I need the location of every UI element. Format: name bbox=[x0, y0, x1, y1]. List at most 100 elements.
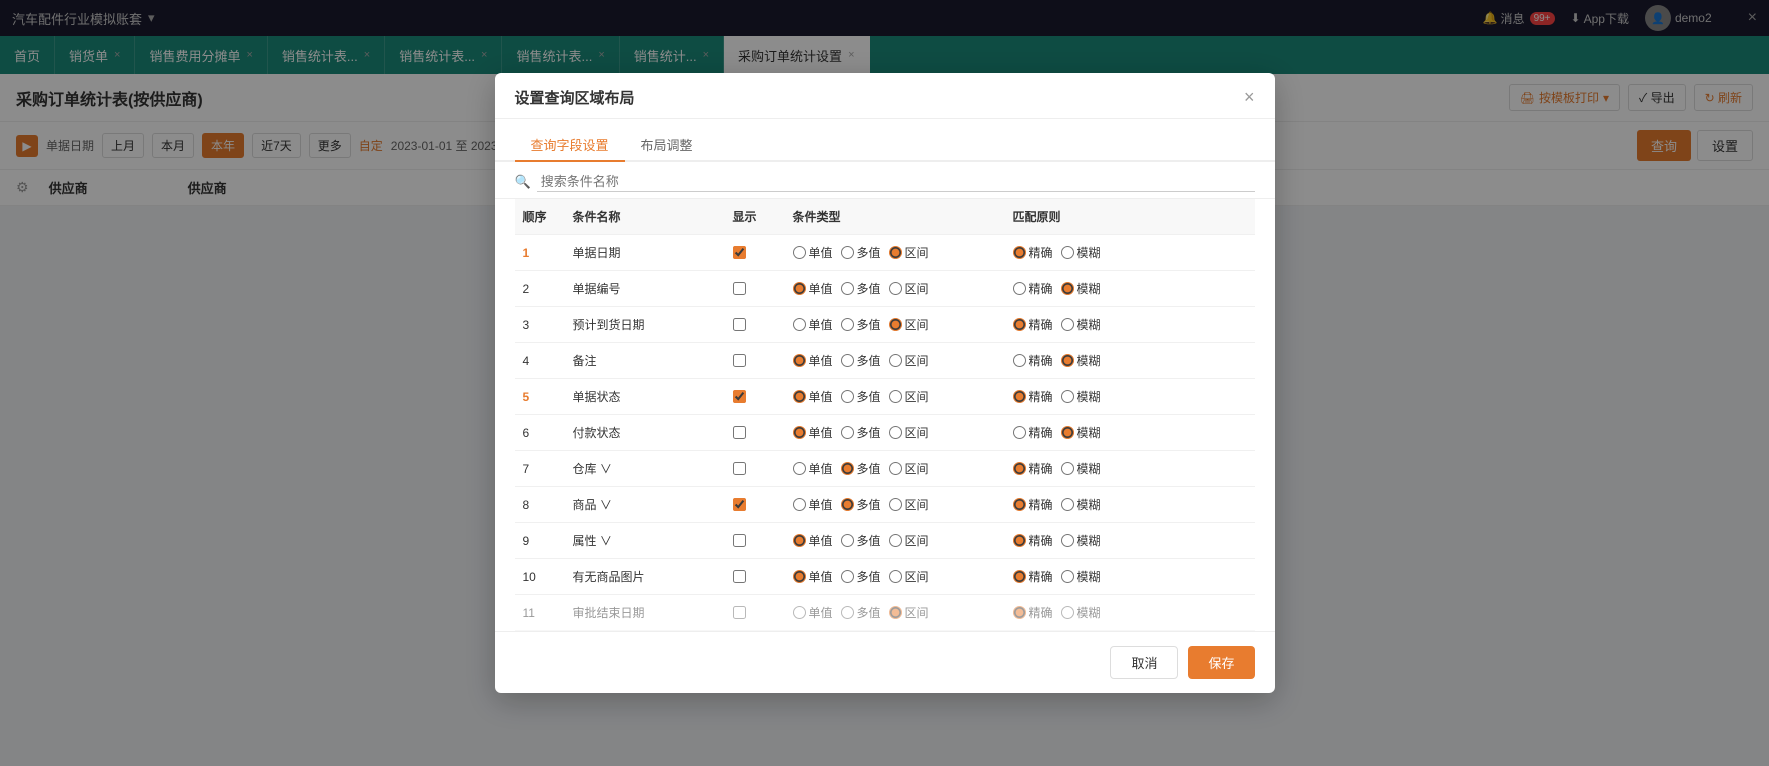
table-row: 2 单据编号 单值 多值 区间 精确 模糊 bbox=[515, 271, 1255, 307]
checkbox-9[interactable] bbox=[733, 534, 746, 547]
radio-multi-4[interactable]: 多值 bbox=[841, 352, 881, 369]
radio-fuzzy-5[interactable]: 模糊 bbox=[1061, 388, 1101, 405]
radio-fuzzy-8[interactable]: 模糊 bbox=[1061, 496, 1101, 513]
row-display-7[interactable] bbox=[725, 456, 785, 481]
dialog-tab-layout[interactable]: 布局调整 bbox=[625, 129, 709, 162]
radio-fuzzy-10[interactable]: 模糊 bbox=[1061, 568, 1101, 585]
radio-range-7[interactable]: 区间 bbox=[889, 460, 929, 477]
row-type-8: 单值 多值 区间 bbox=[785, 490, 1005, 519]
radio-exact-6[interactable]: 精确 bbox=[1013, 424, 1053, 441]
row-match-10: 精确 模糊 bbox=[1005, 562, 1205, 591]
radio-exact-9[interactable]: 精确 bbox=[1013, 532, 1053, 549]
radio-single-3[interactable]: 单值 bbox=[793, 316, 833, 333]
table-row: 3 预计到货日期 单值 多值 区间 精确 模糊 bbox=[515, 307, 1255, 343]
radio-fuzzy-2[interactable]: 模糊 bbox=[1061, 280, 1101, 297]
checkbox-1[interactable] bbox=[733, 246, 746, 259]
radio-range-3[interactable]: 区间 bbox=[889, 316, 929, 333]
radio-range-10[interactable]: 区间 bbox=[889, 568, 929, 585]
radio-range-11[interactable]: 区间 bbox=[889, 604, 929, 621]
row-display-11[interactable] bbox=[725, 600, 785, 625]
checkbox-4[interactable] bbox=[733, 354, 746, 367]
row-name-11: 审批结束日期 bbox=[565, 598, 725, 627]
checkbox-11[interactable] bbox=[733, 606, 746, 619]
radio-single-4[interactable]: 单值 bbox=[793, 352, 833, 369]
radio-multi-6[interactable]: 多值 bbox=[841, 424, 881, 441]
checkbox-10[interactable] bbox=[733, 570, 746, 583]
radio-fuzzy-3[interactable]: 模糊 bbox=[1061, 316, 1101, 333]
dialog-tab-fields[interactable]: 查询字段设置 bbox=[515, 129, 625, 162]
table-row: 10 有无商品图片 单值 多值 区间 精确 模糊 bbox=[515, 559, 1255, 595]
row-display-9[interactable] bbox=[725, 528, 785, 553]
radio-multi-9[interactable]: 多值 bbox=[841, 532, 881, 549]
radio-single-2[interactable]: 单值 bbox=[793, 280, 833, 297]
radio-fuzzy-9[interactable]: 模糊 bbox=[1061, 532, 1101, 549]
radio-single-6[interactable]: 单值 bbox=[793, 424, 833, 441]
radio-range-8[interactable]: 区间 bbox=[889, 496, 929, 513]
radio-single-8[interactable]: 单值 bbox=[793, 496, 833, 513]
row-order-3: 3 bbox=[515, 312, 565, 338]
radio-multi-8[interactable]: 多值 bbox=[841, 496, 881, 513]
row-display-2[interactable] bbox=[725, 276, 785, 301]
row-display-8[interactable] bbox=[725, 492, 785, 517]
radio-single-9[interactable]: 单值 bbox=[793, 532, 833, 549]
radio-range-4[interactable]: 区间 bbox=[889, 352, 929, 369]
radio-range-6[interactable]: 区间 bbox=[889, 424, 929, 441]
radio-range-1[interactable]: 区间 bbox=[889, 244, 929, 261]
row-type-3: 单值 多值 区间 bbox=[785, 310, 1005, 339]
save-button[interactable]: 保存 bbox=[1188, 646, 1254, 679]
radio-multi-7[interactable]: 多值 bbox=[841, 460, 881, 477]
row-display-4[interactable] bbox=[725, 348, 785, 373]
radio-multi-2[interactable]: 多值 bbox=[841, 280, 881, 297]
radio-single-5[interactable]: 单值 bbox=[793, 388, 833, 405]
radio-single-11[interactable]: 单值 bbox=[793, 604, 833, 621]
row-display-5[interactable] bbox=[725, 384, 785, 409]
cancel-button[interactable]: 取消 bbox=[1110, 646, 1178, 679]
radio-exact-8[interactable]: 精确 bbox=[1013, 496, 1053, 513]
radio-single-7[interactable]: 单值 bbox=[793, 460, 833, 477]
row-order-10: 10 bbox=[515, 564, 565, 590]
radio-fuzzy-6[interactable]: 模糊 bbox=[1061, 424, 1101, 441]
row-order-7: 7 bbox=[515, 456, 565, 482]
row-order-8: 8 bbox=[515, 492, 565, 518]
radio-fuzzy-11[interactable]: 模糊 bbox=[1061, 604, 1101, 621]
radio-range-9[interactable]: 区间 bbox=[889, 532, 929, 549]
checkbox-7[interactable] bbox=[733, 462, 746, 475]
row-type-10: 单值 多值 区间 bbox=[785, 562, 1005, 591]
radio-exact-1[interactable]: 精确 bbox=[1013, 244, 1053, 261]
radio-exact-7[interactable]: 精确 bbox=[1013, 460, 1053, 477]
radio-multi-5[interactable]: 多值 bbox=[841, 388, 881, 405]
checkbox-5[interactable] bbox=[733, 390, 746, 403]
checkbox-2[interactable] bbox=[733, 282, 746, 295]
row-display-10[interactable] bbox=[725, 564, 785, 589]
checkbox-6[interactable] bbox=[733, 426, 746, 439]
radio-multi-3[interactable]: 多值 bbox=[841, 316, 881, 333]
radio-multi-11[interactable]: 多值 bbox=[841, 604, 881, 621]
search-input[interactable] bbox=[537, 172, 1255, 192]
radio-fuzzy-7[interactable]: 模糊 bbox=[1061, 460, 1101, 477]
row-match-2: 精确 模糊 bbox=[1005, 274, 1205, 303]
radio-multi-1[interactable]: 多值 bbox=[841, 244, 881, 261]
checkbox-3[interactable] bbox=[733, 318, 746, 331]
row-order-4: 4 bbox=[515, 348, 565, 374]
row-display-6[interactable] bbox=[725, 420, 785, 445]
radio-exact-11[interactable]: 精确 bbox=[1013, 604, 1053, 621]
radio-multi-10[interactable]: 多值 bbox=[841, 568, 881, 585]
radio-exact-5[interactable]: 精确 bbox=[1013, 388, 1053, 405]
table-row: 11 审批结束日期 单值 多值 区间 精确 模糊 bbox=[515, 595, 1255, 631]
row-display-3[interactable] bbox=[725, 312, 785, 337]
radio-fuzzy-1[interactable]: 模糊 bbox=[1061, 244, 1101, 261]
radio-exact-10[interactable]: 精确 bbox=[1013, 568, 1053, 585]
radio-single-10[interactable]: 单值 bbox=[793, 568, 833, 585]
row-display-1[interactable] bbox=[725, 240, 785, 265]
checkbox-8[interactable] bbox=[733, 498, 746, 511]
dialog-close-button[interactable]: × bbox=[1244, 87, 1255, 108]
row-name-6: 付款状态 bbox=[565, 418, 725, 447]
radio-exact-3[interactable]: 精确 bbox=[1013, 316, 1053, 333]
radio-single-1[interactable]: 单值 bbox=[793, 244, 833, 261]
radio-exact-4[interactable]: 精确 bbox=[1013, 352, 1053, 369]
radio-exact-2[interactable]: 精确 bbox=[1013, 280, 1053, 297]
table-row: 8 商品 ∨ 单值 多值 区间 精确 模糊 bbox=[515, 487, 1255, 523]
radio-range-5[interactable]: 区间 bbox=[889, 388, 929, 405]
radio-range-2[interactable]: 区间 bbox=[889, 280, 929, 297]
radio-fuzzy-4[interactable]: 模糊 bbox=[1061, 352, 1101, 369]
